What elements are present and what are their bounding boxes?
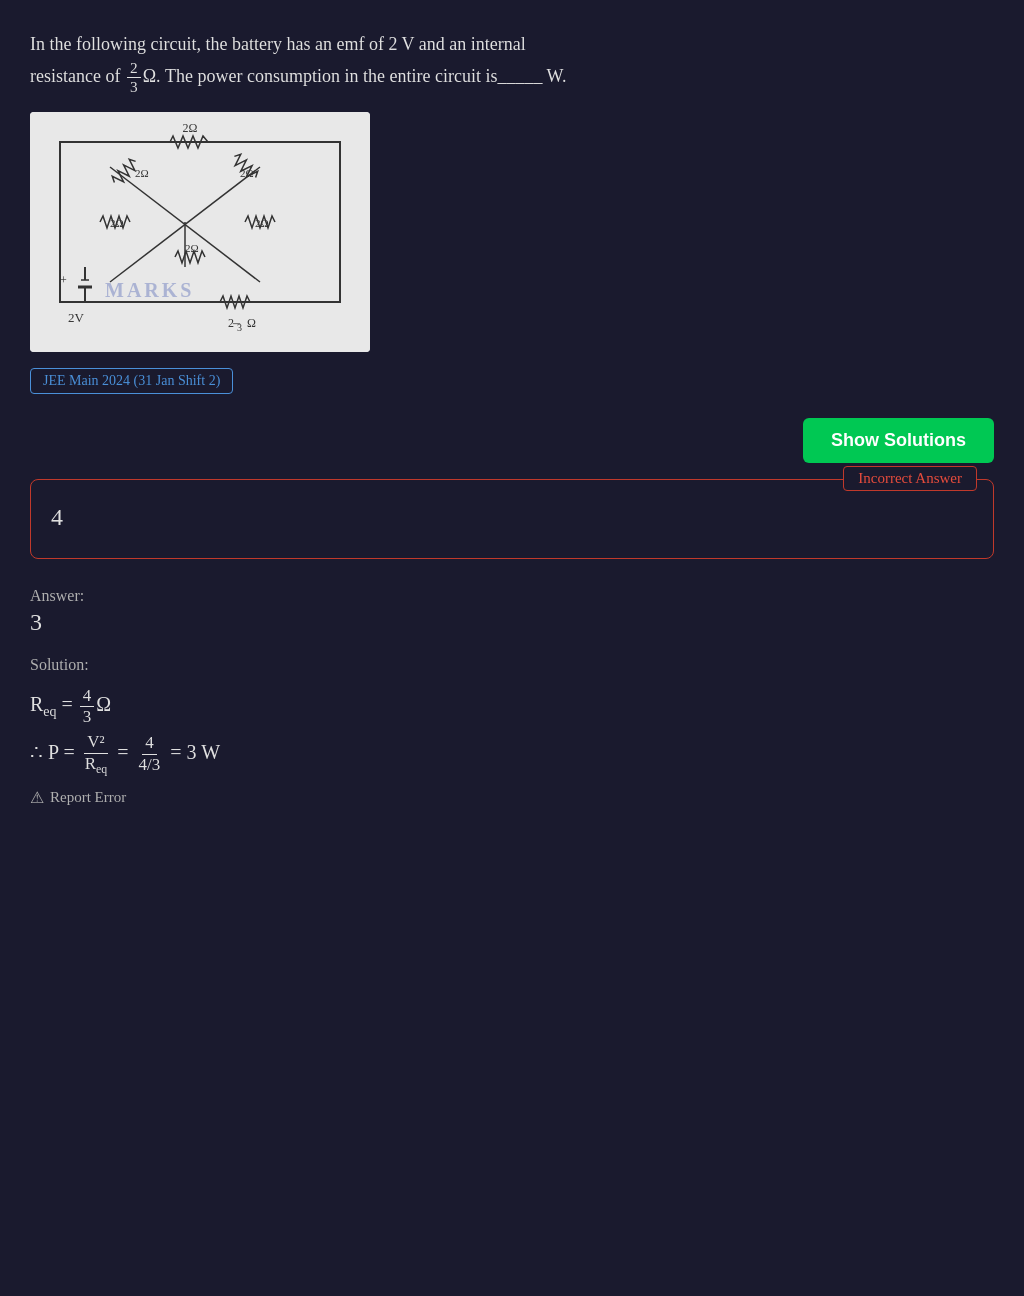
svg-text:MARKS: MARKS bbox=[105, 279, 194, 301]
question-text: In the following circuit, the battery ha… bbox=[30, 30, 994, 96]
solution-math: Req = 43Ω ∴ P = V²Req = 44/3 = 3 W bbox=[30, 684, 994, 776]
answer-label: Answer: bbox=[30, 587, 994, 605]
solution-label: Solution: bbox=[30, 656, 994, 674]
user-answer-value: 4 bbox=[51, 504, 973, 531]
correct-answer: 3 bbox=[30, 609, 994, 636]
answer-box-container: Incorrect Answer 4 bbox=[30, 479, 994, 559]
solution-section: Solution: Req = 43Ω ∴ P = V²Req = 44/3 =… bbox=[30, 656, 994, 776]
question-text-part2: resistance of bbox=[30, 66, 120, 86]
question-text-part1: In the following circuit, the battery ha… bbox=[30, 34, 526, 54]
circuit-diagram: 2Ω 2Ω 2Ω 2Ω 2Ω 2Ω + 2V bbox=[30, 112, 370, 352]
report-error-label: Report Error bbox=[50, 789, 126, 806]
incorrect-badge: Incorrect Answer bbox=[843, 466, 977, 491]
answer-section: Answer: 3 bbox=[30, 587, 994, 636]
svg-text:2Ω: 2Ω bbox=[135, 167, 149, 179]
resistance-fraction: 23Ω. The power consumption in the entire… bbox=[125, 66, 566, 86]
svg-text:2V: 2V bbox=[68, 310, 85, 325]
report-error-button[interactable]: ⚠ Report Error bbox=[30, 788, 994, 807]
warning-icon: ⚠ bbox=[30, 788, 44, 807]
svg-text:2Ω: 2Ω bbox=[183, 121, 198, 135]
exam-tag: JEE Main 2024 (31 Jan Shift 2) bbox=[30, 368, 233, 394]
show-solutions-button[interactable]: Show Solutions bbox=[803, 418, 994, 463]
svg-text:+: + bbox=[60, 273, 67, 287]
